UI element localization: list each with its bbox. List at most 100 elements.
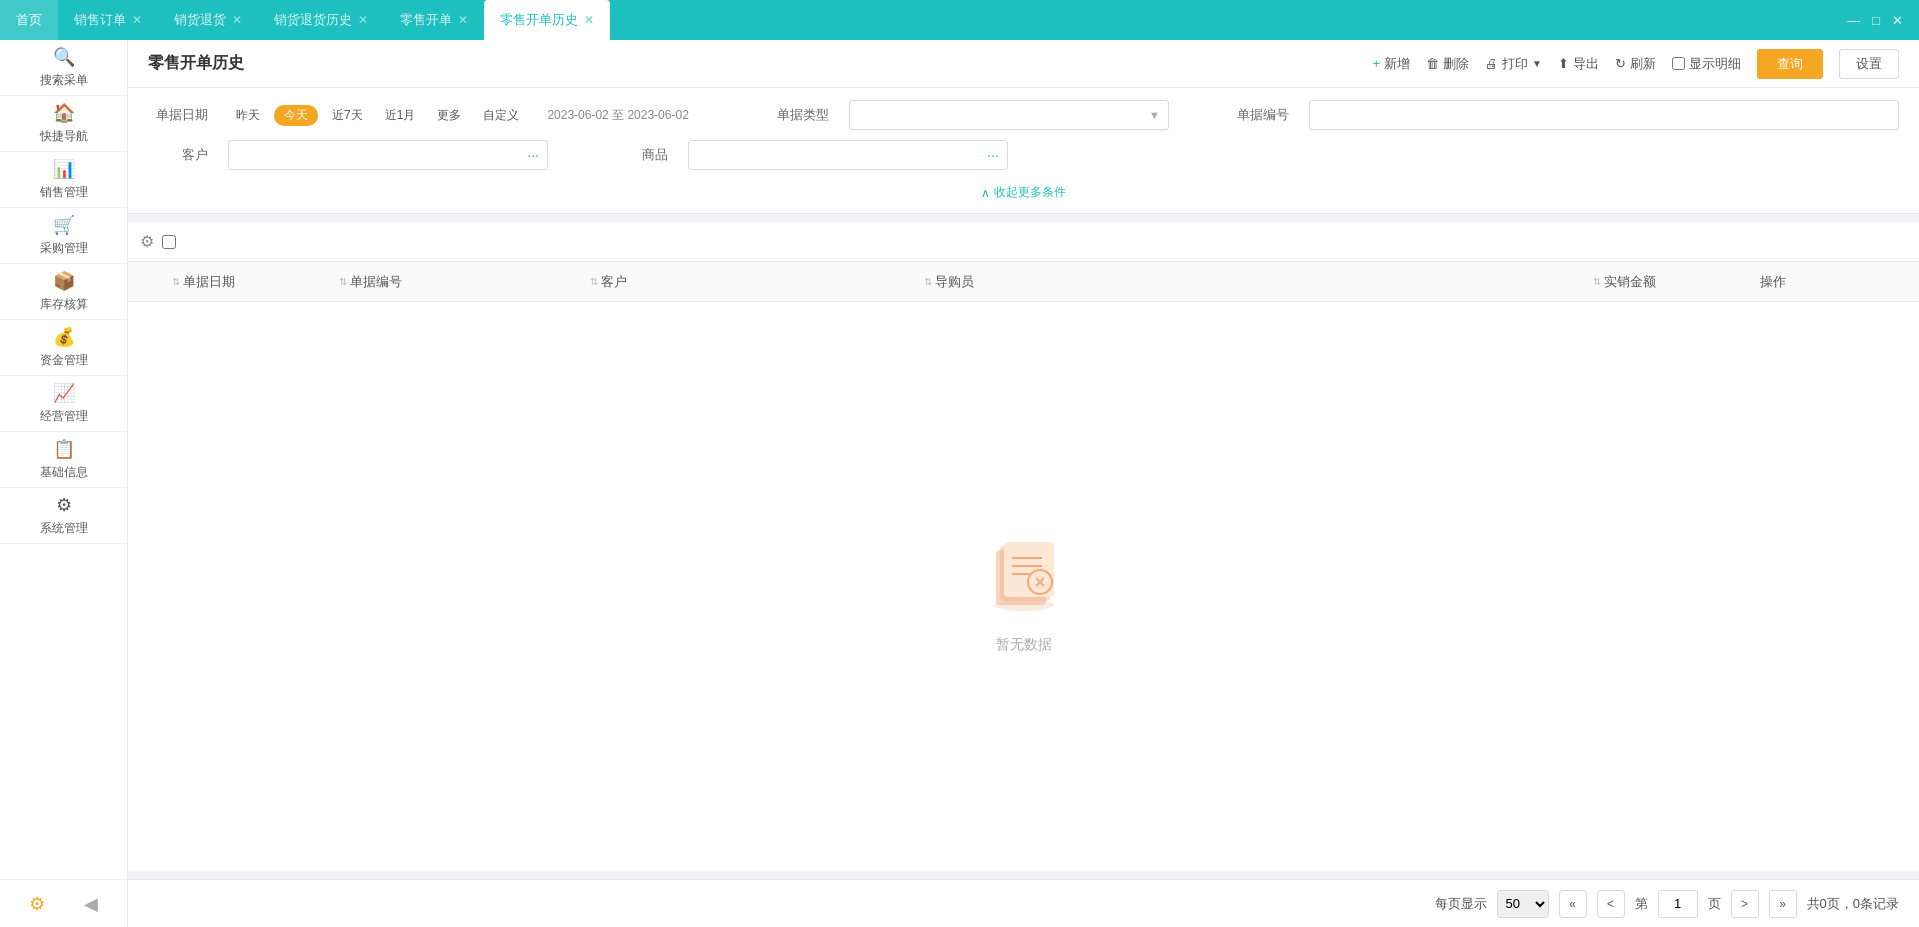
- sort-salesperson-icon[interactable]: ⇅: [924, 276, 932, 287]
- tab-retail-open[interactable]: 零售开单 ✕: [384, 0, 484, 40]
- refresh-button[interactable]: ↻ 刷新: [1615, 55, 1656, 73]
- page-input[interactable]: [1658, 890, 1698, 918]
- sidebar-item-purchase[interactable]: 🛒 采购管理: [0, 208, 127, 264]
- tab-sales-order[interactable]: 销售订单 ✕: [58, 0, 158, 40]
- last-page-button[interactable]: »: [1769, 890, 1797, 918]
- refresh-icon: ↻: [1615, 56, 1626, 71]
- tab-home[interactable]: 首页: [0, 0, 58, 40]
- select-all-checkbox[interactable]: [162, 235, 176, 249]
- sidebar-item-system[interactable]: ⚙ 系统管理: [0, 488, 127, 544]
- sidebar-item-system-label: 系统管理: [40, 520, 88, 537]
- tab-retail-open-history-close[interactable]: ✕: [584, 13, 594, 27]
- sidebar-item-operations-label: 经营管理: [40, 408, 88, 425]
- sidebar-item-quick-nav[interactable]: 🏠 快捷导航: [0, 96, 127, 152]
- filter-row-1: 单据日期 昨天 今天 近7天 近1月 更多 自定义 2023-06-02 至 2…: [148, 100, 1899, 130]
- table-wrapper: ⚙ ⇅ 单据日期 ⇅ 单据编号 ⇅ 客户 ⇅ 导购: [128, 222, 1919, 871]
- first-page-button[interactable]: «: [1559, 890, 1587, 918]
- setting-button[interactable]: 设置: [1839, 49, 1899, 79]
- sidebar-item-search[interactable]: 🔍 搜索采单: [0, 40, 127, 96]
- th-amount: ⇅ 实销金额: [1585, 273, 1752, 291]
- table-header: ⇅ 单据日期 ⇅ 单据编号 ⇅ 客户 ⇅ 导购员 ⇅ 实销: [128, 262, 1919, 302]
- sidebar-settings-icon[interactable]: ⚙: [29, 893, 45, 915]
- maximize-button[interactable]: □: [1872, 13, 1880, 28]
- type-label: 单据类型: [769, 106, 829, 124]
- sort-customer-icon[interactable]: ⇅: [590, 276, 598, 287]
- prev-page-button[interactable]: <: [1597, 890, 1625, 918]
- close-button[interactable]: ✕: [1892, 13, 1903, 28]
- delete-label: 删除: [1443, 55, 1469, 73]
- display-detail-input[interactable]: [1672, 57, 1685, 70]
- filter-row-2: 客户 ··· 商品 ···: [148, 140, 1899, 170]
- window-controls: — □ ✕: [1847, 13, 1919, 28]
- th-amount-label: 实销金额: [1604, 273, 1656, 291]
- display-detail-checkbox[interactable]: 显示明细: [1672, 55, 1741, 73]
- sort-amount-icon[interactable]: ⇅: [1593, 276, 1601, 287]
- sidebar-collapse-icon[interactable]: ◀: [84, 893, 98, 915]
- page-size-label: 每页显示: [1435, 895, 1487, 913]
- tab-retail-open-history[interactable]: 零售开单历史 ✕: [484, 0, 610, 40]
- product-select[interactable]: ···: [688, 140, 1008, 170]
- table-gear-icon[interactable]: ⚙: [140, 232, 154, 251]
- tab-home-label: 首页: [16, 11, 42, 29]
- date-opt-custom[interactable]: 自定义: [475, 105, 527, 126]
- th-action: 操作: [1752, 273, 1919, 291]
- th-action-label: 操作: [1760, 273, 1786, 291]
- query-button[interactable]: 查询: [1757, 49, 1823, 79]
- sidebar-item-basic-info[interactable]: 📋 基础信息: [0, 432, 127, 488]
- clipboard-icon: 📋: [53, 438, 75, 460]
- tab-sales-return-history-close[interactable]: ✕: [358, 13, 368, 27]
- tab-sales-return-history[interactable]: 销货退货历史 ✕: [258, 0, 384, 40]
- add-button[interactable]: + 新增: [1373, 55, 1411, 73]
- type-select-arrow: ▼: [1149, 109, 1160, 121]
- top-bar: 首页 销售订单 ✕ 销货退货 ✕ 销货退货历史 ✕ 零售开单 ✕ 零售开单历史 …: [0, 0, 1919, 40]
- date-opt-last1month[interactable]: 近1月: [377, 105, 424, 126]
- sidebar-item-operations[interactable]: 📈 经营管理: [0, 376, 127, 432]
- date-label: 单据日期: [148, 106, 208, 124]
- product-ellipsis[interactable]: ···: [987, 147, 999, 163]
- content-area: 零售开单历史 + 新增 🗑 删除 🖨 打印 ▼ ⬆ 导出: [128, 40, 1919, 927]
- customer-select[interactable]: ···: [228, 140, 548, 170]
- sort-date-icon[interactable]: ⇅: [172, 276, 180, 287]
- main-layout: 🔍 搜索采单 🏠 快捷导航 📊 销售管理 🛒 采购管理 📦 库存核算 💰 资金管…: [0, 40, 1919, 927]
- th-customer: ⇅ 客户: [582, 273, 916, 291]
- sort-number-icon[interactable]: ⇅: [339, 276, 347, 287]
- date-range: 2023-06-02 至 2023-06-02: [547, 107, 688, 124]
- sidebar-item-sales[interactable]: 📊 销售管理: [0, 152, 127, 208]
- sidebar-item-finance-label: 资金管理: [40, 352, 88, 369]
- refresh-label: 刷新: [1630, 55, 1656, 73]
- product-label: 商品: [608, 146, 668, 164]
- sidebar-item-finance[interactable]: 💰 资金管理: [0, 320, 127, 376]
- th-salesperson-label: 导购员: [935, 273, 974, 291]
- next-page-button[interactable]: >: [1731, 890, 1759, 918]
- empty-illustration: [974, 520, 1074, 620]
- tab-sales-return-label: 销货退货: [174, 11, 226, 29]
- date-opt-last7days[interactable]: 近7天: [324, 105, 371, 126]
- tab-sales-return-history-label: 销货退货历史: [274, 11, 352, 29]
- customer-label: 客户: [148, 146, 208, 164]
- box-icon: 📦: [53, 270, 75, 292]
- tab-retail-open-close[interactable]: ✕: [458, 13, 468, 27]
- sidebar-item-basic-info-label: 基础信息: [40, 464, 88, 481]
- date-opt-yesterday[interactable]: 昨天: [228, 105, 268, 126]
- header-actions: + 新增 🗑 删除 🖨 打印 ▼ ⬆ 导出 ↻ 刷新: [1373, 49, 1900, 79]
- collapse-icon: ∧: [981, 186, 990, 200]
- date-opt-today[interactable]: 今天: [274, 105, 318, 126]
- date-opt-more[interactable]: 更多: [429, 105, 469, 126]
- sidebar-item-inventory[interactable]: 📦 库存核算: [0, 264, 127, 320]
- th-customer-label: 客户: [601, 273, 627, 291]
- number-input[interactable]: [1309, 100, 1899, 130]
- collapse-bar[interactable]: ∧ 收起更多条件: [148, 180, 1899, 201]
- tab-sales-return-close[interactable]: ✕: [232, 13, 242, 27]
- page-label: 第: [1635, 895, 1648, 913]
- type-select[interactable]: ▼: [849, 100, 1169, 130]
- export-button[interactable]: ⬆ 导出: [1558, 55, 1599, 73]
- minimize-button[interactable]: —: [1847, 13, 1860, 28]
- customer-ellipsis[interactable]: ···: [527, 147, 539, 163]
- tab-sales-order-close[interactable]: ✕: [132, 13, 142, 27]
- delete-button[interactable]: 🗑 删除: [1426, 55, 1469, 73]
- page-size-select[interactable]: 20 50 100: [1497, 890, 1549, 918]
- table-body: 暂无数据: [128, 302, 1919, 871]
- print-button[interactable]: 🖨 打印 ▼: [1485, 55, 1542, 73]
- export-icon: ⬆: [1558, 56, 1569, 71]
- tab-sales-return[interactable]: 销货退货 ✕: [158, 0, 258, 40]
